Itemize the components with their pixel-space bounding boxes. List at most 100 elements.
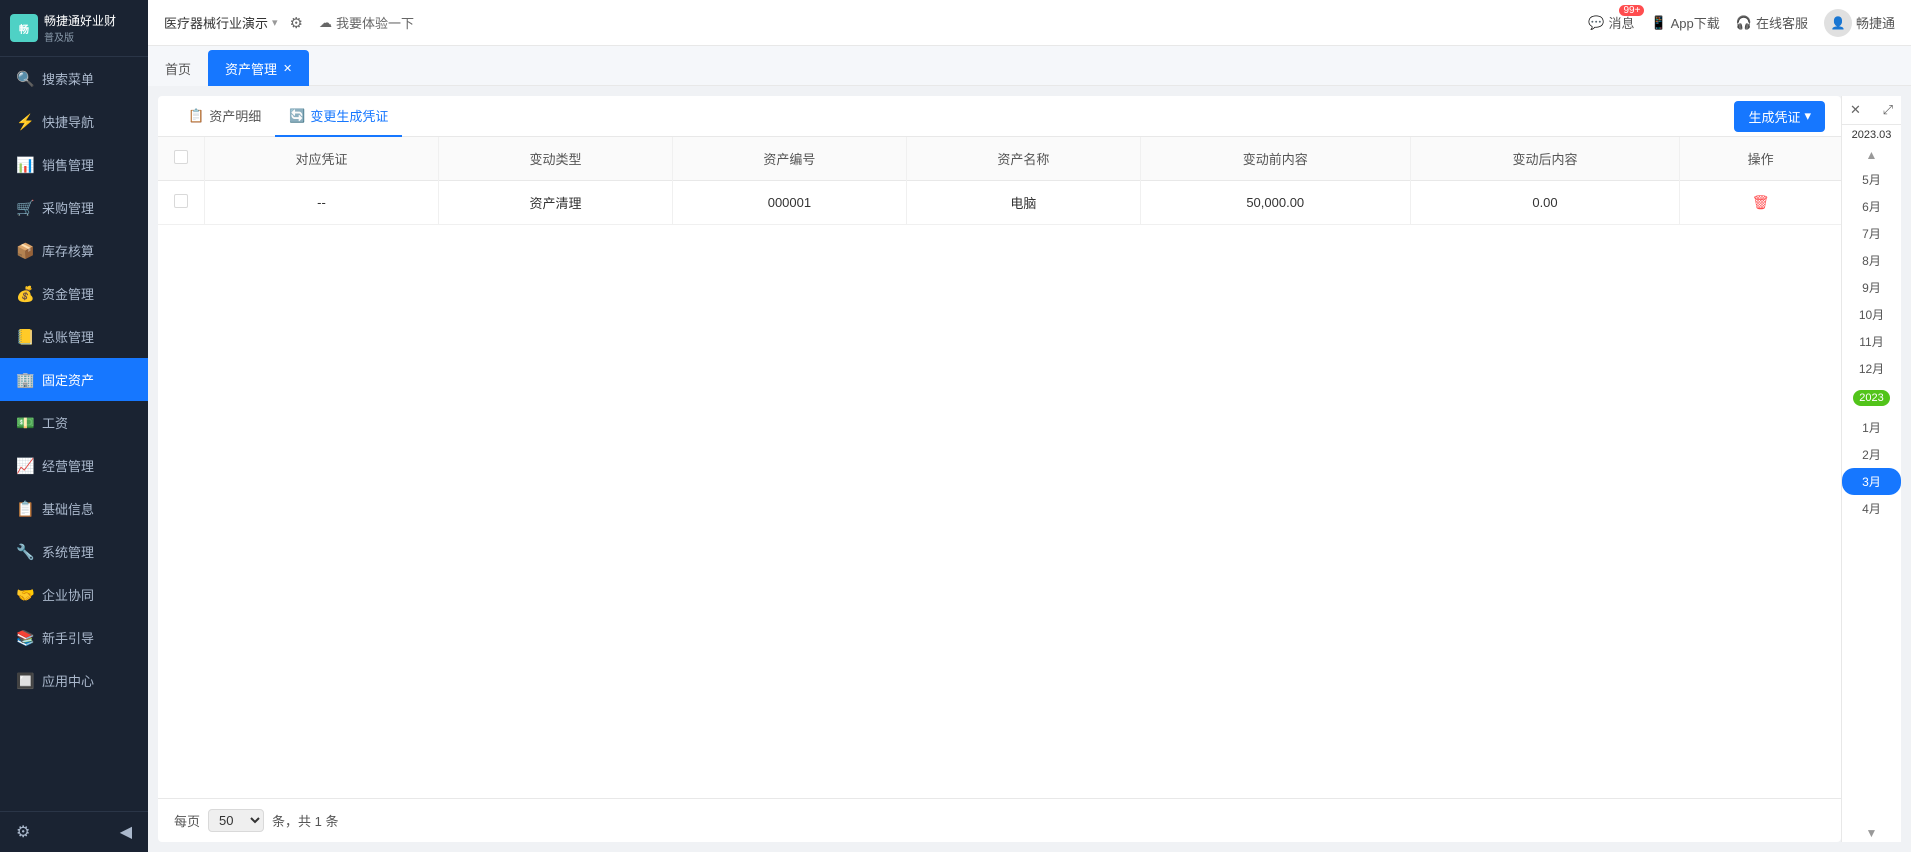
month-item-5[interactable]: 5月 xyxy=(1842,166,1901,193)
td-voucher-ref: -- xyxy=(205,181,439,225)
sidebar-item-search[interactable]: 🔍 搜索菜单 xyxy=(0,57,148,100)
basic-icon: 📋 xyxy=(16,500,34,518)
header-gear-icon[interactable]: ⚙ xyxy=(290,14,303,32)
experience-label: 我要体验一下 xyxy=(336,13,414,32)
header-dropdown-arrow[interactable]: ▾ xyxy=(272,16,278,29)
sidebar-item-sales[interactable]: 📊 销售管理 xyxy=(0,143,148,186)
dropdown-arrow-icon: ▾ xyxy=(1804,108,1811,124)
delete-row-icon[interactable]: 🗑 xyxy=(1752,194,1770,210)
sidebar-item-label: 新手引导 xyxy=(42,628,94,647)
sidebar-item-label: 应用中心 xyxy=(42,671,94,690)
detail-icon: 📋 xyxy=(188,108,204,124)
sidebar-bottom: ⚙ ◀ xyxy=(0,811,148,852)
sidebar-item-basic[interactable]: 📋 基础信息 xyxy=(0,487,148,530)
per-page-select[interactable]: 50 10 20 100 xyxy=(208,809,264,832)
app-download-button[interactable]: 📱 App下载 xyxy=(1650,13,1719,32)
sidebar-item-label: 企业协同 xyxy=(42,585,94,604)
guide-icon: 📚 xyxy=(16,629,34,647)
sidebar-item-label: 资金管理 xyxy=(42,284,94,303)
message-button[interactable]: 💬 消息 99+ xyxy=(1588,13,1634,32)
month-item-11[interactable]: 11月 xyxy=(1842,328,1901,355)
td-after-change: 0.00 xyxy=(1410,181,1680,225)
sidebar-item-fixed[interactable]: 🏢 固定资产 xyxy=(0,358,148,401)
fixed-icon: 🏢 xyxy=(16,371,34,389)
generate-voucher-label: 生成凭证 xyxy=(1748,107,1800,126)
td-asset-code: 000001 xyxy=(672,181,906,225)
settings-icon[interactable]: ⚙ xyxy=(16,822,30,842)
main-area: 医疗器械行业演示 ▾ ⚙ ☁ 我要体验一下 💬 消息 99+ 📱 App下载 🎧… xyxy=(148,0,1911,852)
user-menu[interactable]: 👤 畅捷通 xyxy=(1824,9,1895,37)
top-header: 医疗器械行业演示 ▾ ⚙ ☁ 我要体验一下 💬 消息 99+ 📱 App下载 🎧… xyxy=(148,0,1911,46)
month-list: 5月 6月 7月 8月 9月 10月 11月 12月 2023 1月 2月 3月… xyxy=(1842,164,1901,823)
month-item-12[interactable]: 12月 xyxy=(1842,355,1901,382)
header-experience[interactable]: ☁ 我要体验一下 xyxy=(319,13,414,32)
tab-close-icon[interactable]: ✕ xyxy=(283,62,292,75)
month-item-2[interactable]: 2月 xyxy=(1842,441,1901,468)
user-label: 畅捷通 xyxy=(1856,13,1895,32)
sidebar-item-label: 销售管理 xyxy=(42,155,94,174)
collapse-icon[interactable]: ◀ xyxy=(120,822,132,842)
th-voucher-ref: 对应凭证 xyxy=(205,137,439,181)
tabs-bar: 首页 资产管理 ✕ xyxy=(148,46,1911,86)
month-item-4[interactable]: 4月 xyxy=(1842,495,1901,522)
tab-asset-label: 资产管理 xyxy=(225,59,277,78)
cooperation-icon: 🤝 xyxy=(16,586,34,604)
service-icon: 🎧 xyxy=(1736,15,1752,31)
sidebar-item-purchase[interactable]: 🛒 采购管理 xyxy=(0,186,148,229)
inventory-icon: 📦 xyxy=(16,242,34,260)
system-icon: 🔧 xyxy=(16,543,34,561)
row-checkbox[interactable] xyxy=(174,194,188,208)
online-service-button[interactable]: 🎧 在线客服 xyxy=(1736,13,1808,32)
sidebar-item-label: 工资 xyxy=(42,413,68,432)
logo-icon: 畅 xyxy=(10,14,38,42)
tab-asset[interactable]: 资产管理 ✕ xyxy=(208,50,309,86)
month-item-9[interactable]: 9月 xyxy=(1842,274,1901,301)
tab-home[interactable]: 首页 xyxy=(148,50,208,86)
month-item-10[interactable]: 10月 xyxy=(1842,301,1901,328)
sidebar-item-label: 快捷导航 xyxy=(42,112,94,131)
sidebar-item-salary[interactable]: 💵 工资 xyxy=(0,401,148,444)
right-panel-expand-icon[interactable]: ⤢ xyxy=(1883,102,1893,118)
sidebar-item-label: 总账管理 xyxy=(42,327,94,346)
sub-tab-detail[interactable]: 📋 资产明细 xyxy=(174,96,275,137)
sidebar-item-ledger[interactable]: 📒 总账管理 xyxy=(0,315,148,358)
month-item-1[interactable]: 1月 xyxy=(1842,414,1901,441)
sidebar-item-system[interactable]: 🔧 系统管理 xyxy=(0,530,148,573)
sidebar-item-label: 固定资产 xyxy=(42,370,94,389)
sidebar-item-label: 系统管理 xyxy=(42,542,94,561)
right-panel: ✕ ⤢ 2023.03 ▲ 5月 6月 7月 8月 9月 10月 11月 12月… xyxy=(1841,96,1901,842)
header-checkbox[interactable] xyxy=(174,150,188,164)
td-asset-name: 电脑 xyxy=(906,181,1140,225)
header-right: 💬 消息 99+ 📱 App下载 🎧 在线客服 👤 畅捷通 xyxy=(1588,9,1895,37)
nav-down[interactable]: ▼ xyxy=(1842,823,1901,842)
month-item-7[interactable]: 7月 xyxy=(1842,220,1901,247)
right-panel-close-icon[interactable]: ✕ xyxy=(1850,102,1861,118)
sub-tab-voucher[interactable]: 🔄 变更生成凭证 xyxy=(275,96,402,137)
voucher-icon: 🔄 xyxy=(289,108,305,124)
sidebar-item-operations[interactable]: 📈 经营管理 xyxy=(0,444,148,487)
table-header-row: 对应凭证 变动类型 资产编号 资产名称 变动前内容 变动后内容 操作 xyxy=(158,137,1841,181)
year-month-header: 2023.03 xyxy=(1842,125,1901,145)
content-area: 📋 资产明细 🔄 变更生成凭证 生成凭证 ▾ xyxy=(148,86,1911,852)
sidebar-item-appstore[interactable]: 🔲 应用中心 xyxy=(0,659,148,702)
sidebar-logo: 畅 畅捷通好业财 普及版 xyxy=(0,0,148,57)
sidebar-item-inventory[interactable]: 📦 库存核算 xyxy=(0,229,148,272)
month-item-3-current[interactable]: 3月 xyxy=(1842,468,1901,495)
sidebar-item-cooperation[interactable]: 🤝 企业协同 xyxy=(0,573,148,616)
table-footer: 每页 50 10 20 100 条，共 1 条 xyxy=(158,798,1841,842)
nav-up[interactable]: ▲ xyxy=(1842,145,1901,164)
generate-voucher-button[interactable]: 生成凭证 ▾ xyxy=(1734,101,1825,132)
app-icon: 📱 xyxy=(1650,15,1666,31)
month-item-6[interactable]: 6月 xyxy=(1842,193,1901,220)
sidebar: 畅 畅捷通好业财 普及版 🔍 搜索菜单 ⚡ 快捷导航 📊 销售管理 🛒 采购管理… xyxy=(0,0,148,852)
service-label: 在线客服 xyxy=(1756,13,1808,32)
sidebar-item-guide[interactable]: 📚 新手引导 xyxy=(0,616,148,659)
sub-tab-detail-label: 资产明细 xyxy=(209,106,261,125)
sidebar-item-quicknav[interactable]: ⚡ 快捷导航 xyxy=(0,100,148,143)
message-badge: 99+ xyxy=(1619,5,1644,16)
month-item-8[interactable]: 8月 xyxy=(1842,247,1901,274)
td-change-type: 资产清理 xyxy=(438,181,672,225)
salary-icon: 💵 xyxy=(16,414,34,432)
sidebar-item-capital[interactable]: 💰 资金管理 xyxy=(0,272,148,315)
right-panel-header: ✕ ⤢ xyxy=(1842,96,1901,125)
